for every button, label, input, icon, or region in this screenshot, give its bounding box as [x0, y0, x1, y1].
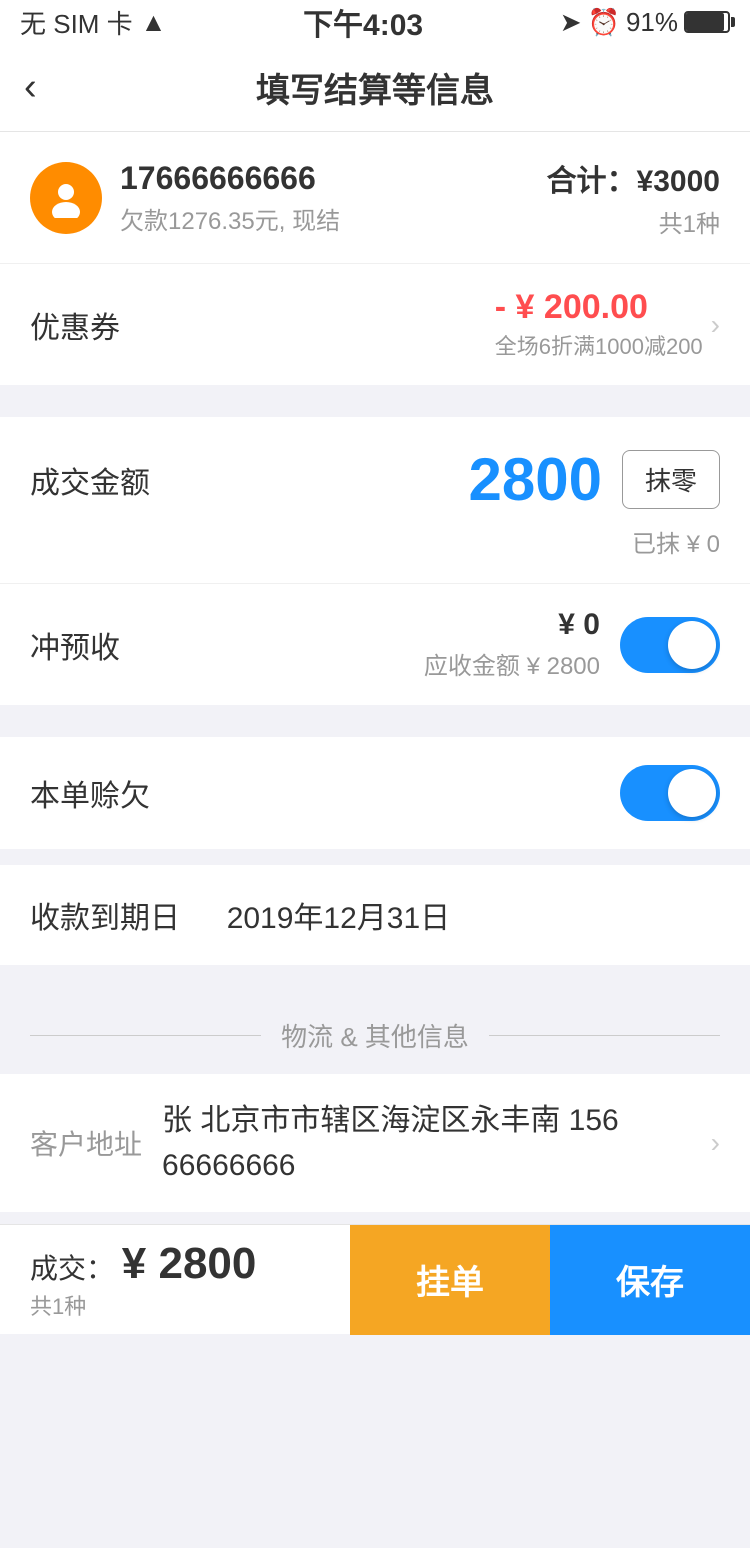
bottom-deal-row: 成交： ¥ 2800	[30, 1239, 320, 1289]
logistics-text: 物流 & 其他信息	[281, 1017, 469, 1054]
hold-button[interactable]: 挂单	[350, 1225, 550, 1335]
credit-label: 本单赊欠	[30, 771, 150, 815]
credit-section: 本单赊欠	[0, 737, 750, 849]
address-label: 客户地址	[30, 1123, 142, 1163]
customer-info: 17666666666 欠款1276.35元, 现结	[120, 160, 340, 236]
prepay-row: 冲预收 ¥ 0 应收金额 ¥ 2800	[0, 583, 750, 705]
prepay-amount: ¥ 0	[424, 608, 600, 642]
logistics-line-left	[30, 1035, 261, 1036]
credit-toggle-knob	[668, 769, 716, 817]
address-content: 张 北京市市辖区海淀区永丰南 156 66666666	[162, 1098, 691, 1188]
bottom-left: 成交： ¥ 2800 共1种	[0, 1239, 350, 1321]
toggle-knob	[668, 621, 716, 669]
total-amount: 合计：¥3000	[547, 156, 720, 200]
deal-amount: 2800	[469, 445, 602, 514]
deal-section: 成交金额 2800 抹零 已抹 ¥ 0 冲预收 ¥ 0 应收金额 ¥ 2800	[0, 417, 750, 705]
coupon-label: 优惠券	[30, 303, 120, 347]
gray-divider-3	[0, 981, 750, 997]
status-time: 下午4:03	[303, 0, 423, 44]
customer-left: 17666666666 欠款1276.35元, 现结	[30, 160, 340, 236]
nav-bar: ‹ 填写结算等信息	[0, 44, 750, 132]
total-count: 共1种	[547, 204, 720, 239]
coupon-right-info: - ¥ 200.00 全场6折满1000减200	[495, 288, 703, 361]
duedate-section: 收款到期日 2019年12月31日	[0, 865, 750, 965]
coupon-right: - ¥ 200.00 全场6折满1000减200 ›	[495, 288, 720, 361]
bottom-bar: 成交： ¥ 2800 共1种 挂单 保存	[0, 1224, 750, 1334]
wifi-icon: ▲	[141, 7, 167, 38]
location-icon: ➤	[560, 7, 582, 38]
round-btn[interactable]: 抹零	[622, 450, 720, 509]
coupon-discount: - ¥ 200.00	[495, 288, 703, 327]
battery-text: 91%	[626, 7, 678, 38]
coupon-desc: 全场6折满1000减200	[495, 329, 703, 361]
coupon-row[interactable]: 优惠券 - ¥ 200.00 全场6折满1000减200 ›	[0, 263, 750, 385]
deal-sub: 已抹 ¥ 0	[0, 524, 750, 583]
gray-divider-2	[0, 721, 750, 737]
address-chevron-icon: ›	[711, 1127, 720, 1159]
bottom-count: 共1种	[30, 1289, 320, 1321]
logistics-line-right	[489, 1035, 720, 1036]
logistics-divider: 物流 & 其他信息	[0, 997, 750, 1074]
page-title: 填写结算等信息	[256, 63, 494, 112]
customer-sub: 欠款1276.35元, 现结	[120, 201, 340, 236]
battery-icon	[684, 11, 730, 33]
carrier-text: 无 SIM 卡	[20, 4, 133, 41]
deal-label: 成交金额	[30, 458, 150, 502]
back-button[interactable]: ‹	[24, 66, 37, 109]
deal-right: 2800 抹零	[469, 445, 721, 514]
status-bar: 无 SIM 卡 ▲ 下午4:03 ➤ ⏰ 91%	[0, 0, 750, 44]
gray-divider-1	[0, 401, 750, 417]
bottom-deal-label: 成交：	[30, 1253, 114, 1284]
credit-toggle[interactable]	[620, 765, 720, 821]
customer-section: 17666666666 欠款1276.35元, 现结 合计：¥3000 共1种 …	[0, 132, 750, 385]
bottom-deal-amount: ¥ 2800	[122, 1239, 257, 1288]
status-left: 无 SIM 卡 ▲	[20, 4, 166, 41]
customer-phone: 17666666666	[120, 160, 340, 197]
prepay-toggle[interactable]	[620, 617, 720, 673]
duedate-value: 2019年12月31日	[227, 902, 450, 935]
alarm-icon: ⏰	[588, 7, 620, 38]
prepay-sub: 应收金额 ¥ 2800	[424, 646, 600, 681]
deal-row: 成交金额 2800 抹零	[0, 417, 750, 524]
coupon-chevron-icon: ›	[711, 309, 720, 341]
customer-row: 17666666666 欠款1276.35元, 现结 合计：¥3000 共1种	[0, 132, 750, 263]
duedate-label: 收款到期日	[30, 902, 180, 935]
save-button[interactable]: 保存	[550, 1225, 750, 1335]
address-section[interactable]: 客户地址 张 北京市市辖区海淀区永丰南 156 66666666 ›	[0, 1074, 750, 1212]
prepay-right: ¥ 0 应收金额 ¥ 2800	[424, 608, 720, 681]
customer-right: 合计：¥3000 共1种	[547, 156, 720, 239]
duedate-spacer	[188, 902, 218, 935]
prepay-info: ¥ 0 应收金额 ¥ 2800	[424, 608, 600, 681]
prepay-label: 冲预收	[30, 623, 120, 667]
main-content: 17666666666 欠款1276.35元, 现结 合计：¥3000 共1种 …	[0, 132, 750, 1548]
avatar	[30, 162, 102, 234]
status-right: ➤ ⏰ 91%	[560, 7, 730, 38]
